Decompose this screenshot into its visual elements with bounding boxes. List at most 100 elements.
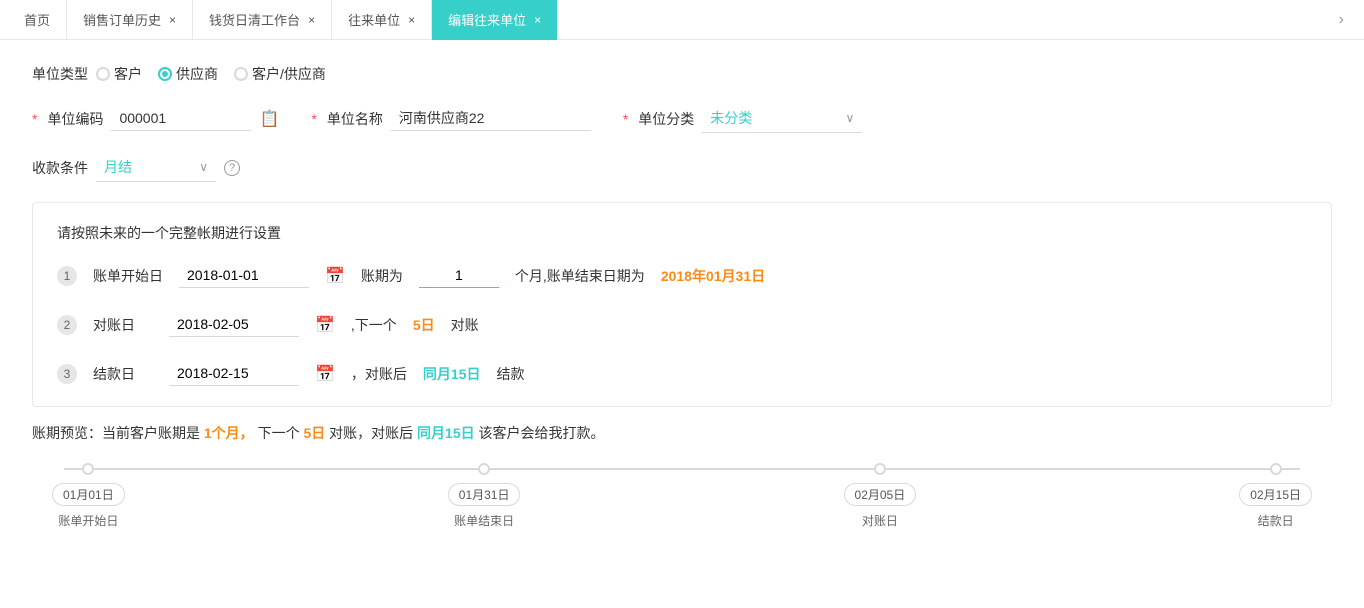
point-date-3: 02月05日 bbox=[844, 483, 917, 506]
point-circle-2 bbox=[478, 463, 490, 475]
point-circle-1 bbox=[82, 463, 94, 475]
preview-middle: 下一个 bbox=[258, 425, 300, 441]
point-date-2: 01月31日 bbox=[448, 483, 521, 506]
timeline-point-2: 01月31日 账单结束日 bbox=[448, 463, 521, 529]
unit-name-star: * bbox=[311, 111, 316, 127]
timeline-point-3: 02月05日 对账日 bbox=[844, 463, 917, 529]
radio-supplier-label: 供应商 bbox=[176, 64, 218, 84]
point-circle-4 bbox=[1270, 463, 1282, 475]
setting-row-3: 3 结款日 📅 ，对账后 同月15日 结款 bbox=[57, 361, 1307, 386]
card-title: 请按照未来的一个完整帐期进行设置 bbox=[57, 223, 1307, 243]
unit-name-input[interactable] bbox=[391, 106, 591, 131]
tab-more-button[interactable]: › bbox=[1327, 11, 1356, 29]
setting-row-2: 2 对账日 📅 ,下一个 5日 对账 bbox=[57, 312, 1307, 337]
timeline-wrapper: 01月01日 账单开始日 01月31日 账单结束日 02月05日 对账日 02月… bbox=[32, 463, 1332, 529]
close-sales-history-icon[interactable]: × bbox=[169, 13, 176, 27]
point-circle-3 bbox=[874, 463, 886, 475]
radio-supplier[interactable]: 供应商 bbox=[158, 64, 218, 84]
point-label-1: 账单开始日 bbox=[58, 512, 118, 529]
row-num-2: 2 bbox=[57, 315, 77, 335]
payment-date-input[interactable] bbox=[169, 361, 299, 386]
timeline-points: 01月01日 账单开始日 01月31日 账单结束日 02月05日 对账日 02月… bbox=[52, 463, 1312, 529]
timeline-point-4: 02月15日 结款日 bbox=[1239, 463, 1312, 529]
preview-prefix: 账期预览：当前客户账期是 bbox=[32, 425, 200, 441]
unit-category-select[interactable]: 未分类 ∨ bbox=[702, 104, 862, 133]
payment-day-highlight: 同月15日 bbox=[423, 364, 481, 384]
unit-name-label: 单位名称 bbox=[327, 109, 383, 129]
unit-category-label: 单位分类 bbox=[638, 109, 694, 129]
unit-category-star: * bbox=[623, 111, 628, 127]
unit-type-field: 单位类型 客户 供应商 客户/供应商 bbox=[32, 64, 326, 84]
close-cash-work-icon[interactable]: × bbox=[308, 13, 315, 27]
row-label-3: 结款日 bbox=[93, 364, 153, 384]
period-suffix: 个月,账单结束日期为 bbox=[515, 266, 645, 286]
preview-period: 1个月， bbox=[204, 425, 254, 441]
preview-payment-suffix: 该客户会给我打款。 bbox=[479, 425, 605, 441]
radio-supplier-circle bbox=[158, 67, 172, 81]
unit-type-radio-group: 客户 供应商 客户/供应商 bbox=[96, 64, 326, 84]
radio-customer-label: 客户 bbox=[114, 64, 142, 84]
unit-info-row: * 单位编码 📋 * 单位名称 * 单位分类 未分类 ∨ bbox=[32, 104, 1332, 133]
unit-category-chevron-icon: ∨ bbox=[845, 111, 854, 125]
tab-edit-partner[interactable]: 编辑往来单位 × bbox=[432, 0, 558, 40]
payment-date-cal-icon[interactable]: 📅 bbox=[315, 364, 335, 384]
unit-code-icon[interactable]: 📋 bbox=[259, 109, 279, 129]
radio-customer-supplier[interactable]: 客户/供应商 bbox=[234, 64, 326, 84]
reconcile-date-cal-icon[interactable]: 📅 bbox=[315, 315, 335, 335]
reconcile-day-highlight: 5日 bbox=[413, 315, 435, 335]
unit-type-label: 单位类型 bbox=[32, 64, 88, 84]
unit-code-label: 单位编码 bbox=[47, 109, 103, 129]
unit-type-row: 单位类型 客户 供应商 客户/供应商 bbox=[32, 64, 1332, 84]
end-date-highlight: 2018年01月31日 bbox=[661, 266, 765, 286]
timeline-point-1: 01月01日 账单开始日 bbox=[52, 463, 125, 529]
payment-condition-label: 收款条件 bbox=[32, 158, 88, 178]
reconcile-date-input[interactable] bbox=[169, 312, 299, 337]
unit-category-field: * 单位分类 未分类 ∨ bbox=[623, 104, 862, 133]
tab-home[interactable]: 首页 bbox=[8, 0, 67, 40]
row-num-3: 3 bbox=[57, 364, 77, 384]
tab-bar: 首页 销售订单历史 × 钱货日清工作台 × 往来单位 × 编辑往来单位 × › bbox=[0, 0, 1364, 40]
unit-code-field: * 单位编码 📋 bbox=[32, 106, 279, 131]
close-edit-partner-icon[interactable]: × bbox=[534, 13, 541, 27]
radio-customer-circle bbox=[96, 67, 110, 81]
tab-cash-work[interactable]: 钱货日清工作台 × bbox=[193, 0, 332, 40]
point-date-1: 01月01日 bbox=[52, 483, 125, 506]
preview-reconcile-suffix: 对账，对账后 bbox=[329, 425, 413, 441]
payment-condition-field: 收款条件 月结 ∨ ? bbox=[32, 153, 240, 182]
tab-sales-history[interactable]: 销售订单历史 × bbox=[67, 0, 193, 40]
radio-customer-supplier-label: 客户/供应商 bbox=[252, 64, 326, 84]
reconcile-suffix1: ,下一个 bbox=[351, 315, 397, 335]
payment-condition-select[interactable]: 月结 ∨ bbox=[96, 153, 216, 182]
start-date-input[interactable] bbox=[179, 263, 309, 288]
unit-name-field: * 单位名称 bbox=[311, 106, 590, 131]
unit-code-star: * bbox=[32, 111, 37, 127]
setting-row-1: 1 账单开始日 📅 账期为 个月,账单结束日期为 2018年01月31日 bbox=[57, 263, 1307, 288]
row-num-1: 1 bbox=[57, 266, 77, 286]
main-content: 单位类型 客户 供应商 客户/供应商 * 单位编码 bbox=[0, 40, 1364, 608]
preview-payment-highlight: 同月15日 bbox=[417, 425, 475, 441]
point-label-3: 对账日 bbox=[862, 512, 898, 529]
preview-reconcile-highlight: 5日 bbox=[303, 425, 325, 441]
radio-customer[interactable]: 客户 bbox=[96, 64, 142, 84]
payment-suffix2: 结款 bbox=[497, 364, 525, 384]
reconcile-suffix2: 对账 bbox=[451, 315, 479, 335]
period-input[interactable] bbox=[419, 263, 499, 288]
preview-section: 账期预览：当前客户账期是 1个月， 下一个 5日 对账，对账后 同月15日 该客… bbox=[32, 423, 1332, 443]
setting-card: 请按照未来的一个完整帐期进行设置 1 账单开始日 📅 账期为 个月,账单结束日期… bbox=[32, 202, 1332, 407]
point-date-4: 02月15日 bbox=[1239, 483, 1312, 506]
payment-condition-chevron-icon: ∨ bbox=[199, 160, 208, 174]
close-partners-icon[interactable]: × bbox=[408, 13, 415, 27]
payment-suffix1: ，对账后 bbox=[351, 364, 407, 384]
point-label-2: 账单结束日 bbox=[454, 512, 514, 529]
period-label: 账期为 bbox=[361, 266, 403, 286]
radio-customer-supplier-circle bbox=[234, 67, 248, 81]
start-date-cal-icon[interactable]: 📅 bbox=[325, 266, 345, 286]
tab-partners[interactable]: 往来单位 × bbox=[332, 0, 432, 40]
point-label-4: 结款日 bbox=[1258, 512, 1294, 529]
row-label-2: 对账日 bbox=[93, 315, 153, 335]
row-label-1: 账单开始日 bbox=[93, 266, 163, 286]
payment-condition-row: 收款条件 月结 ∨ ? bbox=[32, 153, 1332, 182]
unit-code-input[interactable] bbox=[111, 106, 251, 131]
payment-condition-help-icon[interactable]: ? bbox=[224, 160, 240, 176]
payment-condition-value: 月结 bbox=[104, 157, 195, 177]
